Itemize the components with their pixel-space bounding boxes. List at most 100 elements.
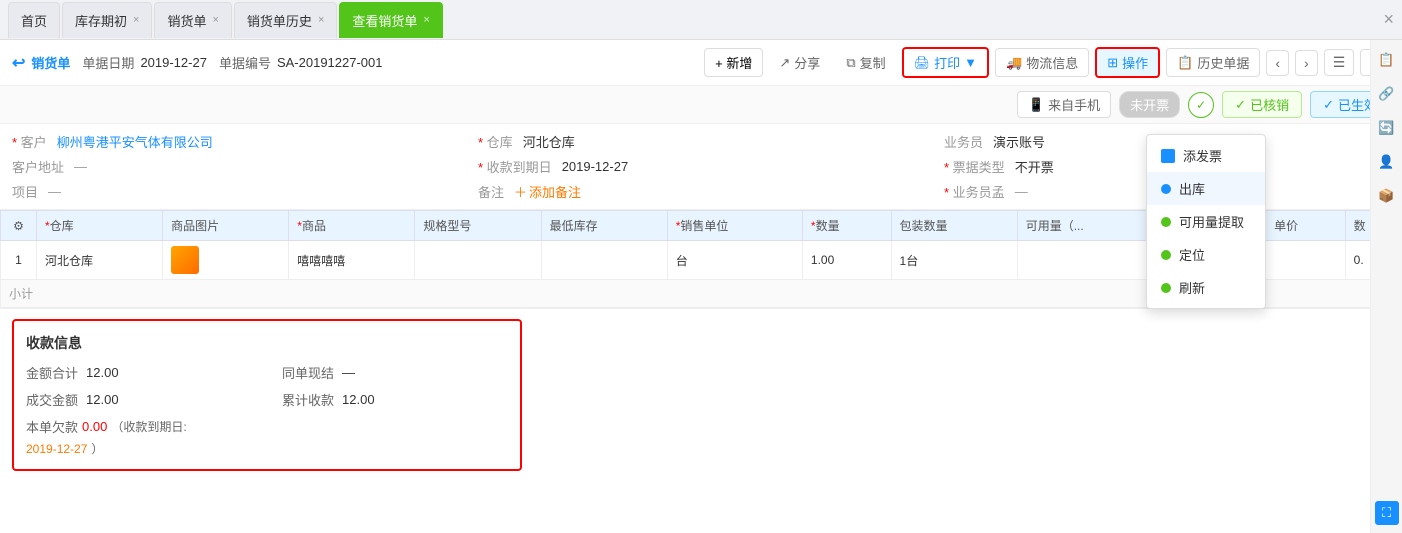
- dropdown-item-outbound[interactable]: 出库: [1147, 172, 1265, 205]
- window-close-button[interactable]: ×: [1383, 9, 1394, 30]
- locate-label: 定位: [1179, 245, 1205, 264]
- salesperson-label: 业务员: [944, 132, 983, 151]
- print-button[interactable]: 🖨 打印 ▼: [902, 47, 989, 78]
- tab-view-sales-label: 查看销货单: [352, 11, 417, 30]
- payment-title: 收款信息: [26, 333, 508, 353]
- logistics-icon: 🚚: [1006, 55, 1022, 71]
- from-phone-button[interactable]: 📱 来自手机: [1017, 91, 1111, 118]
- col-package-qty: 包装数量: [891, 211, 1017, 241]
- payment-cumulative-value: 12.00: [342, 392, 375, 407]
- customer-field: * 客户 柳州粤港平安气体有限公司: [12, 132, 458, 151]
- number-value: SA-20191227-001: [277, 55, 383, 70]
- customer-value[interactable]: 柳州粤港平安气体有限公司: [57, 132, 213, 151]
- logistics-button[interactable]: 🚚 物流信息: [995, 48, 1089, 77]
- sidebar-icon-refresh[interactable]: 🔄: [1375, 116, 1399, 140]
- dropdown-item-add-invoice[interactable]: 添发票: [1147, 139, 1265, 172]
- row-product: 嘻嘻嘻嘻: [289, 241, 415, 280]
- dropdown-item-available[interactable]: 可用量提取: [1147, 205, 1265, 238]
- dropdown-item-locate[interactable]: 定位: [1147, 238, 1265, 271]
- col-unit: *销售单位: [667, 211, 802, 241]
- address-value: —: [74, 159, 87, 174]
- tab-home[interactable]: 首页: [8, 2, 60, 38]
- sidebar-icon-expand[interactable]: ⛶: [1375, 501, 1399, 525]
- doc-date-group: 单据日期 2019-12-27: [82, 53, 207, 72]
- add-note-plus-icon: ＋: [514, 182, 527, 201]
- tab-sales-history-label: 销货单历史: [247, 11, 312, 30]
- phone-icon: 📱: [1028, 97, 1044, 113]
- col-price: 单价: [1266, 211, 1346, 241]
- doc-number-group: 单据编号 SA-20191227-001: [219, 53, 383, 72]
- list-view-button[interactable]: ☰: [1324, 49, 1355, 76]
- copy-button[interactable]: ⧉ 复制: [836, 49, 895, 76]
- history-icon: 📋: [1177, 55, 1193, 71]
- row-quantity: 1.00: [802, 241, 891, 280]
- tab-sales-order[interactable]: 销货单 ×: [154, 2, 231, 38]
- row-seq: 1: [1, 241, 37, 280]
- payment-due-suffix: ）: [91, 440, 103, 457]
- payment-due-prefix: （收款到期日:: [111, 418, 186, 435]
- tab-inventory-init[interactable]: 库存期初 ×: [62, 2, 152, 38]
- row-package-qty: 1台: [891, 241, 1017, 280]
- verified-icon: ✓: [1235, 97, 1246, 113]
- already-verified-button[interactable]: ✓ 已核销: [1222, 91, 1302, 118]
- sidebar-icon-package[interactable]: 📦: [1375, 184, 1399, 208]
- available-icon: [1161, 217, 1171, 227]
- operations-button[interactable]: ⊞ 操作: [1095, 47, 1160, 78]
- verified-label: 已核销: [1250, 95, 1289, 114]
- print-icon: 🖨: [914, 55, 931, 71]
- refresh-icon: [1161, 283, 1171, 293]
- doc-type-label: 销货单: [31, 53, 70, 72]
- add-note-label: 添加备注: [529, 182, 581, 201]
- tab-home-label: 首页: [21, 11, 47, 30]
- product-thumbnail: [171, 246, 199, 274]
- payment-section: 收款信息 金额合计 12.00 同单现结 — 成交金额 12.00 累计收款 1…: [12, 319, 522, 471]
- operations-label: 操作: [1122, 53, 1148, 72]
- ticket-type-value: 不开票: [1015, 157, 1054, 176]
- share-icon: ↗: [779, 55, 790, 71]
- tab-sales-order-close[interactable]: ×: [212, 14, 218, 26]
- tab-bar: 首页 库存期初 × 销货单 × 销货单历史 × 查看销货单 × ×: [0, 0, 1402, 40]
- new-button[interactable]: + 新增: [704, 48, 763, 77]
- sidebar-icon-user[interactable]: 👤: [1375, 150, 1399, 174]
- col-product-img: 商品图片: [163, 211, 289, 241]
- tab-view-sales[interactable]: 查看销货单 ×: [339, 2, 442, 38]
- doc-type-icon: ↩: [12, 53, 25, 73]
- payment-cumulative-row: 累计收款 12.00: [282, 390, 508, 409]
- outbound-icon: [1161, 184, 1171, 194]
- add-invoice-icon: [1161, 149, 1175, 163]
- toolbar: ↩ 销货单 单据日期 2019-12-27 单据编号 SA-20191227-0…: [0, 40, 1402, 86]
- history-button[interactable]: 📋 历史单据: [1166, 48, 1260, 77]
- tab-inventory-close[interactable]: ×: [133, 14, 139, 26]
- not-open-button[interactable]: 未开票: [1119, 91, 1180, 118]
- col-product: *商品: [289, 211, 415, 241]
- payment-cumulative-label: 累计收款: [282, 390, 334, 409]
- tab-sales-history-close[interactable]: ×: [318, 14, 324, 26]
- refresh-label: 刷新: [1179, 278, 1205, 297]
- tab-sales-history[interactable]: 销货单历史 ×: [234, 2, 337, 38]
- add-note-btn[interactable]: ＋ 添加备注: [514, 182, 581, 201]
- sales-rep-label: * 业务员孟: [944, 182, 1005, 201]
- dropdown-item-refresh[interactable]: 刷新: [1147, 271, 1265, 304]
- action-row: 📱 来自手机 未开票 ✓ ✓ 已核销 ✓ 已生效: [0, 86, 1402, 124]
- tab-view-sales-close[interactable]: ×: [423, 14, 429, 26]
- not-open-label: 未开票: [1130, 95, 1169, 114]
- number-label: 单据编号: [219, 53, 271, 72]
- warehouse-value: 河北仓库: [523, 132, 575, 151]
- next-button[interactable]: ›: [1295, 50, 1318, 76]
- row-product-img: [163, 241, 289, 280]
- copy-icon: ⧉: [846, 55, 855, 71]
- payment-total-label: 金额合计: [26, 363, 78, 382]
- print-dropdown-icon: ▼: [964, 55, 977, 70]
- main-area: ↩ 销货单 单据日期 2019-12-27 单据编号 SA-20191227-0…: [0, 40, 1402, 533]
- confirm-icon-btn[interactable]: ✓: [1188, 92, 1214, 118]
- share-button[interactable]: ↗ 分享: [769, 49, 830, 76]
- logistics-label: 物流信息: [1026, 53, 1078, 72]
- row-price: [1266, 241, 1346, 280]
- address-label: 客户地址: [12, 157, 64, 176]
- payment-due-value: 2019-12-27: [26, 442, 87, 456]
- sidebar-icon-doc[interactable]: 📋: [1375, 48, 1399, 72]
- prev-button[interactable]: ‹: [1266, 50, 1289, 76]
- warehouse-label: * 仓库: [478, 132, 513, 151]
- sidebar-icon-link[interactable]: 🔗: [1375, 82, 1399, 106]
- payment-date-value: 2019-12-27: [562, 159, 629, 174]
